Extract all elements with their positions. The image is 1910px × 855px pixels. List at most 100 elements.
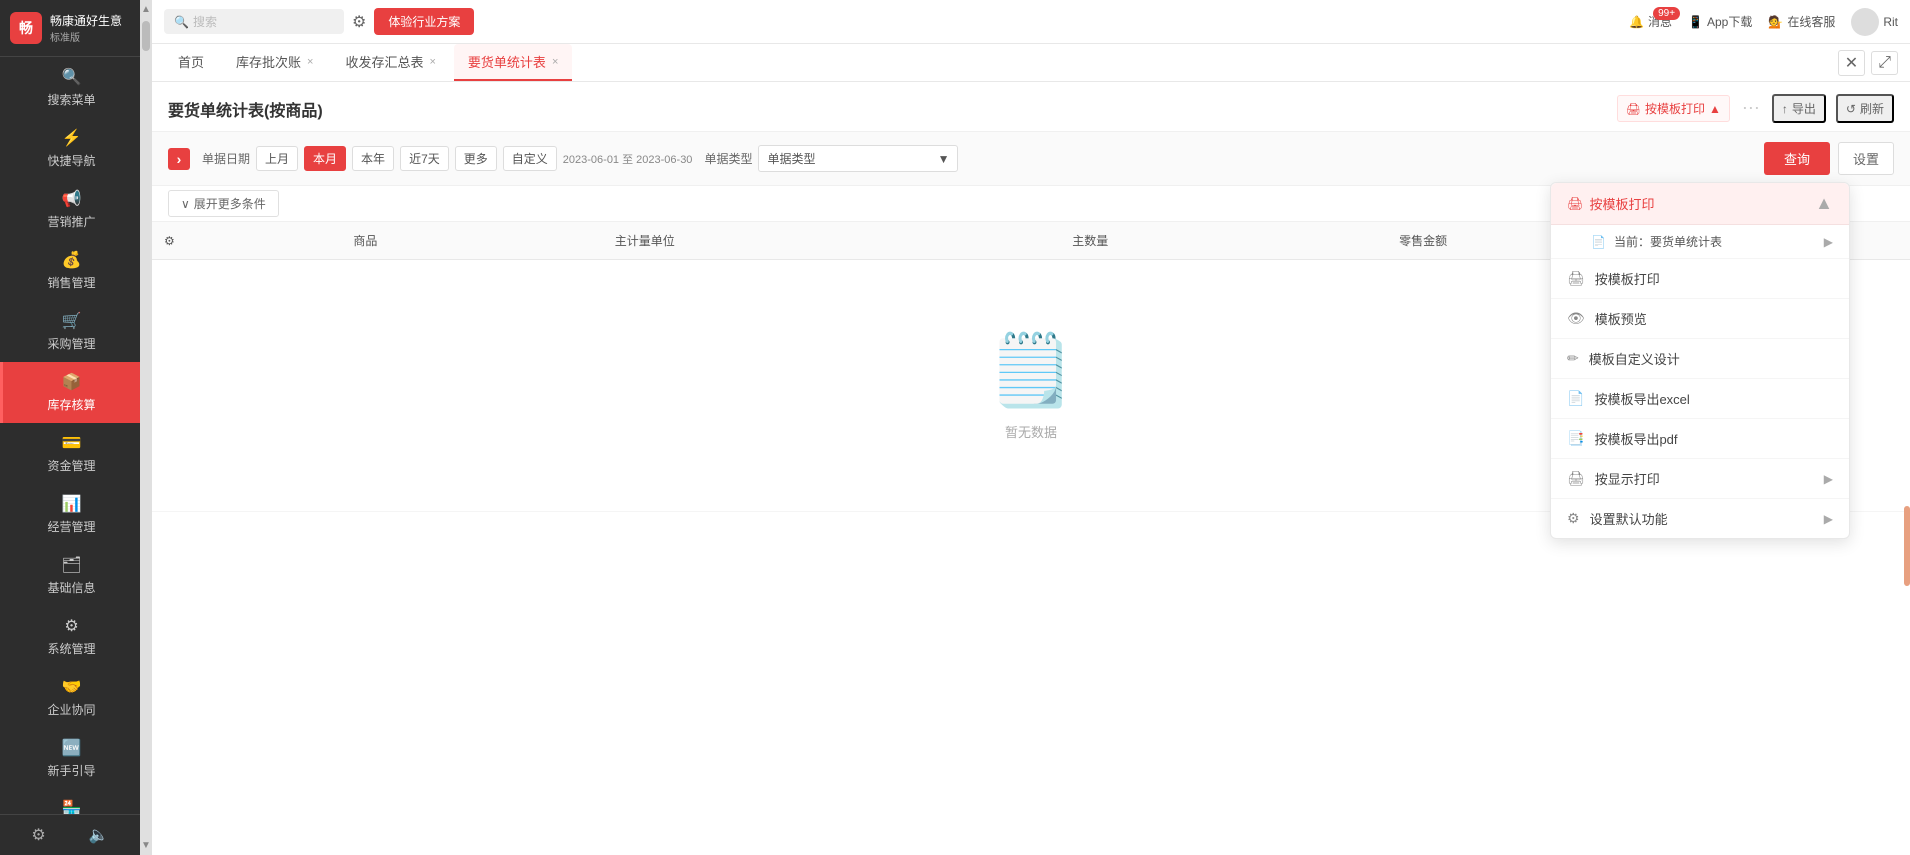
date-btn-more[interactable]: 更多 — [455, 146, 497, 171]
settings-gear-icon[interactable]: ⚙ — [352, 12, 366, 32]
purchase-icon: 🛒 — [62, 311, 82, 331]
dropdown-item-display-print[interactable]: 🖨 按显示打印 ▶ — [1551, 459, 1849, 499]
marketing-icon: 📢 — [62, 189, 82, 209]
export-btn[interactable]: ↑ 导出 — [1772, 94, 1826, 123]
sidebar-item-sales[interactable]: 💰 销售管理 — [0, 240, 140, 301]
sidebar-scrollbar[interactable]: ▲ ▼ — [140, 0, 152, 855]
refresh-btn[interactable]: ↺ 刷新 — [1836, 94, 1894, 123]
volume-icon[interactable]: 🔈 — [89, 825, 109, 845]
date-filter-label: 单据日期 — [202, 150, 250, 167]
tab-inventory-batch[interactable]: 库存批次账 × — [222, 44, 327, 81]
sidebar-item-inventory[interactable]: 📦 库存核算 — [0, 362, 140, 423]
date-btn-last-month[interactable]: 上月 — [256, 146, 298, 171]
sidebar-item-label: 库存核算 — [47, 396, 95, 413]
page-actions: 🖨 按模板打印 ▲ ⋯ ↑ 导出 ↺ 刷新 — [1617, 94, 1894, 123]
finance-icon: 💳 — [62, 433, 82, 453]
topbar-left: 🔍 搜索 ⚙ 体验行业方案 — [164, 8, 474, 35]
date-btn-this-year[interactable]: 本年 — [352, 146, 394, 171]
col-qty: 主数量 — [1060, 222, 1387, 260]
sidebar-item-operation[interactable]: 📊 经营管理 — [0, 484, 140, 545]
date-btn-last-7days[interactable]: 近7天 — [400, 146, 449, 171]
display-print-arrow: ▶ — [1824, 472, 1833, 486]
template-custom-icon: ✏ — [1567, 350, 1579, 367]
sidebar-item-label: 基础信息 — [47, 579, 95, 596]
date-btn-this-month[interactable]: 本月 — [304, 146, 346, 171]
messages-btn[interactable]: 🔔 消息 99+ — [1629, 13, 1672, 30]
tab-collection-summary[interactable]: 收发存汇总表 × — [331, 44, 449, 81]
sidebar-bottom: ⚙ 🔈 — [0, 814, 140, 855]
col-unit: 主计量单位 — [603, 222, 1061, 260]
scroll-up-btn[interactable]: ▲ — [140, 0, 152, 19]
order-type-label: 单据类型 — [704, 150, 752, 167]
table-settings-btn[interactable]: 设置 — [1838, 142, 1894, 175]
right-scrollbar[interactable] — [1904, 506, 1910, 586]
query-btn[interactable]: 查询 — [1764, 142, 1830, 175]
print-icon: 🖨 — [1626, 102, 1641, 116]
template-print-label: 按模板打印 — [1595, 269, 1660, 288]
online-service-btn[interactable]: 💁 在线客服 — [1768, 13, 1835, 30]
tab-collection-summary-close[interactable]: × — [429, 56, 435, 68]
sales-icon: 💰 — [62, 250, 82, 270]
dropdown-item-default-func[interactable]: ⚙ 设置默认功能 ▶ — [1551, 499, 1849, 538]
app-download-btn[interactable]: 📱 App下载 — [1688, 13, 1752, 30]
sidebar-item-system[interactable]: ⚙ 系统管理 — [0, 606, 140, 667]
dropdown-current-template[interactable]: 📄 当前：要货单统计表 ▶ — [1551, 225, 1849, 259]
page-title: 要货单统计表(按商品) — [168, 97, 323, 121]
date-filter-group: 单据日期 上月 本月 本年 近7天 更多 自定义 2023-06-01 至 20… — [202, 146, 692, 171]
order-type-select[interactable]: 单据类型 ▼ — [758, 145, 958, 172]
filter-expand-btn[interactable]: › — [168, 148, 190, 170]
sidebar-item-appstore[interactable]: 🏪 应用中心 — [0, 789, 140, 814]
template-custom-label: 模板自定义设计 — [1589, 349, 1680, 368]
dropdown-item-template-custom[interactable]: ✏ 模板自定义设计 — [1551, 339, 1849, 379]
industry-btn[interactable]: 体验行业方案 — [374, 8, 474, 35]
window-expand-btn[interactable]: ⤢ — [1871, 51, 1898, 75]
sidebar-item-label: 经营管理 — [47, 518, 95, 535]
default-func-icon: ⚙ — [1567, 510, 1580, 527]
dropdown-item-export-pdf[interactable]: 📑 按模板导出pdf — [1551, 419, 1849, 459]
tab-order-stats-close[interactable]: × — [552, 56, 558, 68]
tab-order-stats[interactable]: 要货单统计表 × — [454, 44, 572, 81]
service-icon: 💁 — [1768, 15, 1783, 29]
filter-bar: › 单据日期 上月 本月 本年 近7天 更多 自定义 2023-06-01 至 … — [152, 132, 1910, 186]
logo-text: 畅康通好生意 标准版 — [50, 12, 122, 44]
dropdown-item-template-print[interactable]: 🖨 按模板打印 — [1551, 259, 1849, 299]
dropdown-item-template-preview[interactable]: 👁 模板预览 — [1551, 299, 1849, 339]
basic-icon: 🗂 — [61, 555, 81, 575]
phone-icon: 📱 — [1688, 15, 1703, 29]
empty-illustration: 🗒️ — [987, 330, 1074, 412]
sidebar-item-purchase[interactable]: 🛒 采购管理 — [0, 301, 140, 362]
expand-more-btn[interactable]: ∨ 展开更多条件 — [168, 190, 279, 217]
print-btn[interactable]: 🖨 按模板打印 ▲ — [1617, 95, 1730, 122]
sidebar-item-marketing[interactable]: 📢 营销推广 — [0, 179, 140, 240]
date-btn-custom[interactable]: 自定义 — [503, 146, 557, 171]
app-download-label: App下载 — [1707, 13, 1752, 30]
user-avatar-btn[interactable]: Rit — [1851, 8, 1898, 36]
sidebar-item-collab[interactable]: 🤝 企业协同 — [0, 667, 140, 728]
sidebar-item-basic[interactable]: 🗂 基础信息 — [0, 545, 140, 606]
avatar — [1851, 8, 1879, 36]
tab-order-stats-label: 要货单统计表 — [468, 52, 546, 71]
col-settings[interactable]: ⚙ — [152, 222, 341, 260]
tab-home-label: 首页 — [178, 52, 204, 71]
settings-icon[interactable]: ⚙ — [31, 825, 45, 845]
sidebar-item-label: 营销推广 — [47, 213, 95, 230]
dropdown-close-btn[interactable]: ▲ — [1815, 193, 1833, 214]
default-func-arrow: ▶ — [1824, 512, 1833, 526]
sidebar-logo: 畅 畅康通好生意 标准版 — [0, 0, 140, 57]
window-close-btn[interactable]: ✕ — [1838, 50, 1865, 76]
export-pdf-icon: 📑 — [1567, 430, 1584, 447]
sidebar-item-shortcut[interactable]: ⚡ 快捷导航 — [0, 118, 140, 179]
sidebar-item-label: 新手引导 — [47, 762, 95, 779]
sidebar-item-finance[interactable]: 💳 资金管理 — [0, 423, 140, 484]
print-arrow-icon: ▲ — [1709, 102, 1721, 116]
tab-inventory-batch-close[interactable]: × — [307, 56, 313, 68]
chevron-down-icon: ▼ — [938, 152, 950, 166]
sidebar-item-search[interactable]: 🔍 搜索菜单 — [0, 57, 140, 118]
topbar: 🔍 搜索 ⚙ 体验行业方案 🔔 消息 99+ 📱 App下载 💁 在线客服 — [152, 0, 1910, 44]
sidebar-item-guide[interactable]: 🆕 新手引导 — [0, 728, 140, 789]
scroll-down-btn[interactable]: ▼ — [140, 836, 152, 855]
tab-home[interactable]: 首页 — [164, 44, 218, 81]
scroll-thumb[interactable] — [142, 21, 150, 51]
dropdown-item-export-excel[interactable]: 📄 按模板导出excel — [1551, 379, 1849, 419]
topbar-search[interactable]: 🔍 搜索 — [164, 9, 344, 34]
